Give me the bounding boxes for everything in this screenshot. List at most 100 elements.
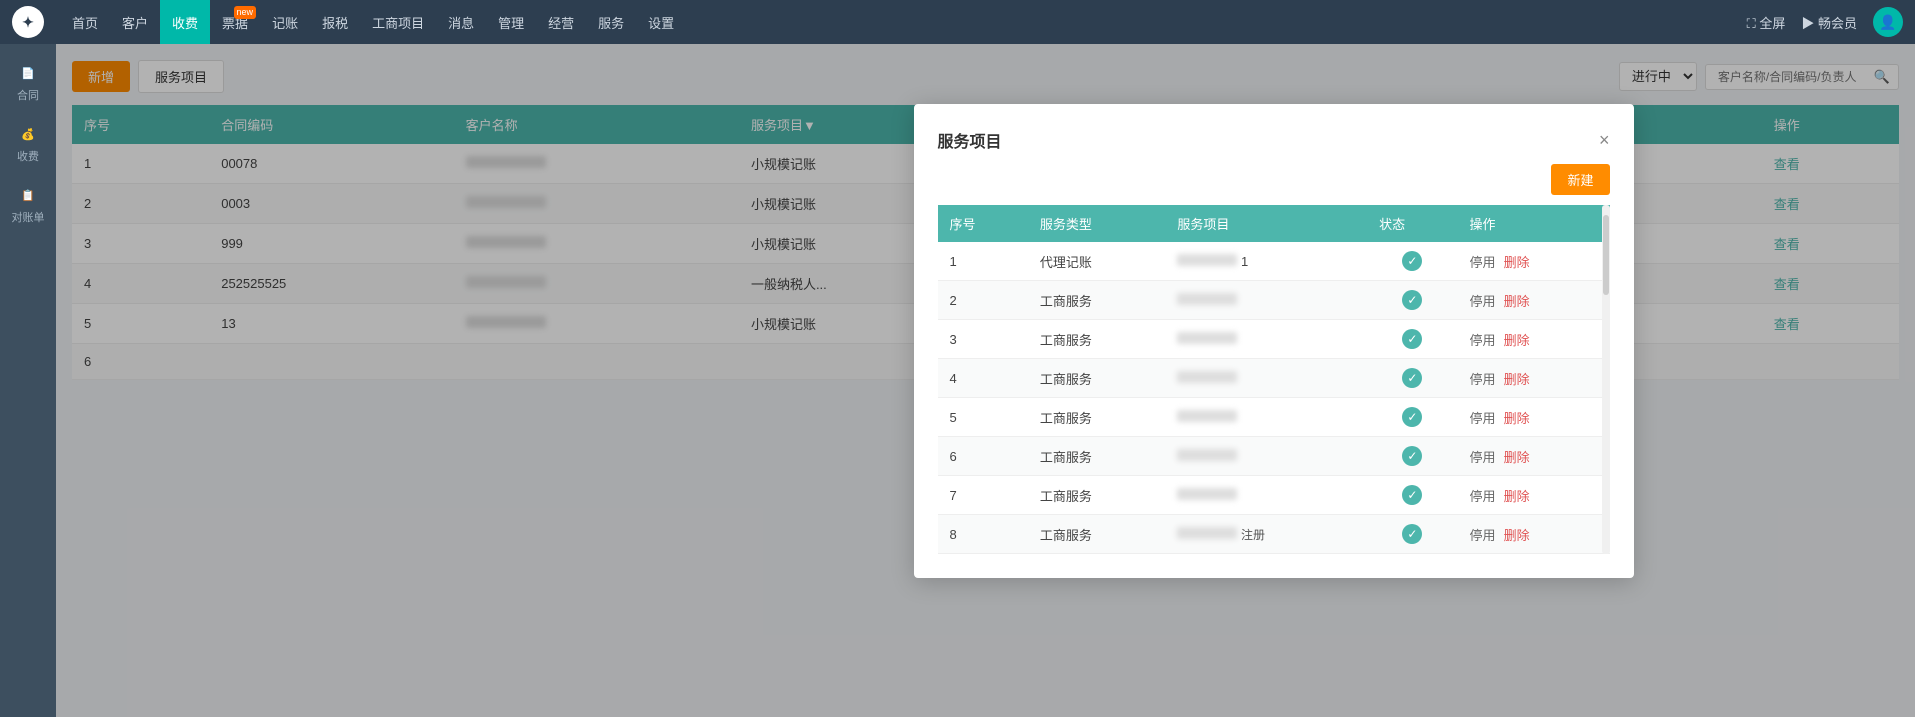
stop-button[interactable]: 停用 <box>1470 255 1496 270</box>
main-layout: 📄 合同 💰 收费 📋 对账单 新增 服务项目 进行中全部已结束 🔍 序号合同编码客户名称… <box>0 44 1915 717</box>
nav-item-shezhi[interactable]: 设置 <box>636 0 686 44</box>
modal-cell-actions-7: 停用删除 <box>1458 515 1610 554</box>
modal-cell-seq-2: 3 <box>938 320 1028 359</box>
modal-table-row: 6工商服务 ✓ 停用删除 <box>938 437 1610 476</box>
main-content: 新增 服务项目 进行中全部已结束 🔍 序号合同编码客户名称服务项目▼服务期限起止… <box>56 44 1915 717</box>
modal-cell-status-5: ✓ <box>1367 437 1457 476</box>
nav-item-xiaoxi[interactable]: 消息 <box>436 0 486 44</box>
status-active-icon: ✓ <box>1402 329 1422 349</box>
delete-button[interactable]: 删除 <box>1504 372 1530 387</box>
delete-button[interactable]: 删除 <box>1504 294 1530 309</box>
nav-item-gongshang[interactable]: 工商项目 <box>360 0 436 44</box>
delete-button[interactable]: 删除 <box>1504 411 1530 426</box>
modal-cell-item-4 <box>1165 398 1367 437</box>
modal-table-wrap: 序号服务类型服务项目状态操作 1代理记账 1✓停用删除2工商服务✓停用删除3工商… <box>938 205 1610 554</box>
status-active-icon: ✓ <box>1402 446 1422 466</box>
nav-item-home[interactable]: 首页 <box>60 0 110 44</box>
modal-cell-actions-3: 停用删除 <box>1458 359 1610 398</box>
modal-cell-item-6 <box>1165 476 1367 515</box>
modal-table-row: 1代理记账 1✓停用删除 <box>938 242 1610 281</box>
delete-button[interactable]: 删除 <box>1504 450 1530 465</box>
modal-cell-item-0: 1 <box>1165 242 1367 281</box>
service-modal: 服务项目 × 新建 序号服务类型服务项目状态操作 1代理记账 1✓停用删除2工商… <box>914 104 1634 578</box>
modal-cell-item-1 <box>1165 281 1367 320</box>
app-logo: ✦ <box>12 6 44 38</box>
modal-cell-seq-0: 1 <box>938 242 1028 281</box>
scrollbar-track[interactable] <box>1602 205 1610 554</box>
modal-col-服务类型: 服务类型 <box>1028 205 1165 242</box>
modal-cell-status-0: ✓ <box>1367 242 1457 281</box>
stop-button[interactable]: 停用 <box>1470 528 1496 543</box>
modal-table: 序号服务类型服务项目状态操作 1代理记账 1✓停用删除2工商服务✓停用删除3工商… <box>938 205 1610 554</box>
sidebar-label-shoufei: 收费 <box>17 148 39 164</box>
status-active-icon: ✓ <box>1402 485 1422 505</box>
modal-cell-item-7: 注册 <box>1165 515 1367 554</box>
modal-cell-seq-3: 4 <box>938 359 1028 398</box>
modal-cell-seq-5: 6 <box>938 437 1028 476</box>
nav-item-client[interactable]: 客户 <box>110 0 160 44</box>
nav-item-jizhang[interactable]: 记账 <box>260 0 310 44</box>
modal-col-序号: 序号 <box>938 205 1028 242</box>
modal-table-row: 3工商服务✓停用删除 <box>938 320 1610 359</box>
modal-cell-item-3 <box>1165 359 1367 398</box>
modal-table-row: 2工商服务✓停用删除 <box>938 281 1610 320</box>
sidebar-label-duizhang: 对账单 <box>12 209 45 225</box>
delete-button[interactable]: 删除 <box>1504 528 1530 543</box>
user-avatar[interactable]: 👤 <box>1873 7 1903 37</box>
top-actions: ⛶ 全屏 ▶ 畅会员 👤 <box>1747 7 1903 37</box>
modal-cell-seq-4: 5 <box>938 398 1028 437</box>
modal-col-操作: 操作 <box>1458 205 1610 242</box>
modal-header: 服务项目 × <box>938 128 1610 152</box>
nav-item-fuwu[interactable]: 服务 <box>586 0 636 44</box>
modal-cell-seq-6: 7 <box>938 476 1028 515</box>
modal-cell-actions-2: 停用删除 <box>1458 320 1610 359</box>
modal-cell-seq-1: 2 <box>938 281 1028 320</box>
modal-cell-status-6: ✓ <box>1367 476 1457 515</box>
nav-item-shoufei[interactable]: 收费 <box>160 0 210 44</box>
delete-button[interactable]: 删除 <box>1504 333 1530 348</box>
member-button[interactable]: ▶ 畅会员 <box>1801 13 1857 32</box>
shoufei-icon: 💰 <box>17 123 39 145</box>
nav-item-guanli[interactable]: 管理 <box>486 0 536 44</box>
modal-close-button[interactable]: × <box>1599 131 1610 149</box>
stop-button[interactable]: 停用 <box>1470 294 1496 309</box>
fullscreen-button[interactable]: ⛶ 全屏 <box>1747 13 1786 32</box>
modal-cell-type-5: 工商服务 <box>1028 437 1165 476</box>
modal-cell-item-2 <box>1165 320 1367 359</box>
modal-cell-actions-6: 停用删除 <box>1458 476 1610 515</box>
modal-cell-status-2: ✓ <box>1367 320 1457 359</box>
stop-button[interactable]: 停用 <box>1470 450 1496 465</box>
stop-button[interactable]: 停用 <box>1470 411 1496 426</box>
scrollbar-thumb[interactable] <box>1603 215 1609 295</box>
modal-cell-type-4: 工商服务 <box>1028 398 1165 437</box>
nav-item-baoshui[interactable]: 报税 <box>310 0 360 44</box>
stop-button[interactable]: 停用 <box>1470 333 1496 348</box>
modal-toolbar: 新建 <box>938 164 1610 195</box>
sidebar-item-hetong[interactable]: 📄 合同 <box>0 52 56 113</box>
sidebar-label-hetong: 合同 <box>17 87 39 103</box>
modal-cell-actions-4: 停用删除 <box>1458 398 1610 437</box>
hetong-icon: 📄 <box>17 62 39 84</box>
modal-new-button[interactable]: 新建 <box>1551 164 1609 195</box>
duizhang-icon: 📋 <box>17 184 39 206</box>
modal-table-row: 4工商服务 ✓ 停用删除 <box>938 359 1610 398</box>
delete-button[interactable]: 删除 <box>1504 489 1530 504</box>
modal-cell-item-5 <box>1165 437 1367 476</box>
modal-cell-type-3: 工商服务 <box>1028 359 1165 398</box>
modal-cell-seq-7: 8 <box>938 515 1028 554</box>
modal-cell-status-4: ✓ <box>1367 398 1457 437</box>
delete-button[interactable]: 删除 <box>1504 255 1530 270</box>
modal-table-row: 5工商服务✓停用删除 <box>938 398 1610 437</box>
modal-cell-actions-1: 停用删除 <box>1458 281 1610 320</box>
stop-button[interactable]: 停用 <box>1470 489 1496 504</box>
sidebar-item-shoufei[interactable]: 💰 收费 <box>0 113 56 174</box>
status-active-icon: ✓ <box>1402 368 1422 388</box>
nav-item-piao[interactable]: 票据new <box>210 0 260 44</box>
modal-cell-status-7: ✓ <box>1367 515 1457 554</box>
modal-table-row: 8工商服务 注册✓停用删除 <box>938 515 1610 554</box>
nav-item-jingying[interactable]: 经营 <box>536 0 586 44</box>
sidebar-item-duizhang[interactable]: 📋 对账单 <box>0 174 56 235</box>
modal-table-row: 7工商服务✓停用删除 <box>938 476 1610 515</box>
stop-button[interactable]: 停用 <box>1470 372 1496 387</box>
status-active-icon: ✓ <box>1402 251 1422 271</box>
